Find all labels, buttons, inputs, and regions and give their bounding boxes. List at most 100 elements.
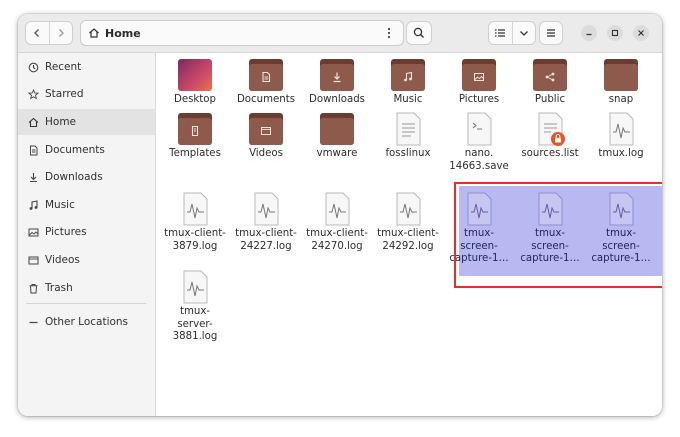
search-icon (413, 27, 424, 38)
folder-downloads[interactable]: Downloads (302, 57, 372, 107)
file-label: Templates (169, 148, 221, 159)
folder-music[interactable]: Music (373, 57, 443, 107)
plus-icon (27, 316, 39, 328)
file-label: tmux-client- 3879.log (164, 228, 226, 252)
desktop-folder-icon (177, 57, 213, 93)
file-label: Videos (249, 148, 283, 159)
file-tmux-server-3881[interactable]: tmux- server- 3881.log (160, 269, 230, 344)
view-options-button[interactable] (511, 22, 536, 44)
location-bar[interactable]: Home (80, 20, 404, 46)
sidebar-item-recent[interactable]: Recent (18, 55, 155, 79)
file-label: Downloads (309, 94, 365, 105)
file-label: Pictures (458, 94, 500, 105)
folder-vmware[interactable]: vmware (302, 111, 372, 161)
file-grid: Desktop Documents Downloads Music Pictur… (156, 53, 662, 416)
chevron-right-icon (58, 29, 64, 37)
file-label: tmux-client- 24270.log (306, 228, 368, 252)
sidebar-item-pictures[interactable]: Pictures (18, 220, 155, 244)
search-button[interactable] (406, 21, 432, 45)
sidebar-item-videos[interactable]: Videos (18, 248, 155, 272)
sidebar: Recent Starred Home Documents Downloads … (18, 53, 156, 416)
file-tmux-client-24270[interactable]: tmux-client- 24270.log (302, 191, 372, 253)
sidebar-item-other-locations[interactable]: Other Locations (18, 310, 155, 334)
folder-pictures[interactable]: Pictures (444, 57, 514, 107)
sidebar-item-music[interactable]: Music (18, 193, 155, 217)
header-bar: Home (18, 14, 662, 53)
pictures-folder-icon (461, 57, 497, 93)
file-label: Music (393, 94, 423, 105)
picture-icon (27, 226, 39, 238)
folder-documents[interactable]: Documents (231, 57, 301, 107)
kebab-menu-icon (387, 27, 391, 39)
location-menu-button[interactable] (381, 24, 397, 42)
sidebar-item-label: Recent (45, 61, 82, 73)
file-label: Public (534, 94, 566, 105)
close-button[interactable] (633, 25, 649, 41)
file-label: nano. 14663.save (449, 148, 509, 172)
file-tmux-client-3879[interactable]: tmux-client- 3879.log (160, 191, 230, 253)
log-file-icon (603, 111, 639, 147)
log-file-icon (248, 191, 284, 227)
sidebar-item-starred[interactable]: Starred (18, 82, 155, 106)
file-label: Documents (236, 94, 296, 105)
file-fosslinux[interactable]: fosslinux (373, 111, 443, 161)
public-folder-icon (532, 57, 568, 93)
file-label: Desktop (173, 94, 216, 105)
minimize-button[interactable] (581, 25, 597, 41)
file-label: tmux.log (598, 148, 644, 159)
sidebar-item-label: Other Locations (45, 316, 129, 328)
folder-desktop[interactable]: Desktop (160, 57, 230, 107)
file-label: tmux-client- 24292.log (377, 228, 439, 252)
current-location: Home (105, 26, 141, 40)
list-view-button[interactable] (489, 22, 512, 44)
file-sources-list[interactable]: sources.list (515, 111, 585, 161)
file-manager-window: Home Recent Starred Home Documents Downl… (18, 14, 662, 416)
breadcrumb[interactable]: Home (88, 27, 141, 40)
clock-icon (27, 61, 39, 73)
folder-templates[interactable]: Templates (160, 111, 230, 161)
sidebar-item-home[interactable]: Home (18, 109, 155, 135)
sidebar-item-label: Trash (45, 282, 73, 294)
file-label: fosslinux (385, 148, 431, 159)
script-file-icon (461, 111, 497, 147)
locked-text-file-icon (532, 111, 568, 147)
sidebar-item-label: Downloads (45, 171, 103, 183)
minimize-icon (586, 33, 592, 36)
file-tmux-client-24227[interactable]: tmux-client- 24227.log (231, 191, 301, 253)
log-file-icon (177, 269, 213, 305)
home-icon (89, 28, 99, 38)
sidebar-item-trash[interactable]: Trash (18, 276, 155, 300)
vmware-folder-icon (319, 111, 355, 147)
view-switcher (488, 21, 536, 45)
file-label: tmux-client- 24227.log (235, 228, 297, 252)
hamburger-icon (547, 29, 555, 37)
videos-folder-icon (248, 111, 284, 147)
chevron-down-icon (519, 31, 528, 36)
documents-folder-icon (248, 57, 284, 93)
file-label: vmware (316, 148, 358, 159)
close-icon (638, 30, 644, 36)
file-tmux-client-24292[interactable]: tmux-client- 24292.log (373, 191, 443, 253)
sidebar-item-label: Pictures (45, 226, 87, 238)
file-nano-save[interactable]: nano. 14663.save (444, 111, 514, 173)
forward-button[interactable] (48, 22, 73, 44)
folder-public[interactable]: Public (515, 57, 585, 107)
list-view-icon (495, 29, 506, 37)
sidebar-item-documents[interactable]: Documents (18, 138, 155, 162)
main-menu-button[interactable] (539, 21, 563, 45)
sidebar-item-downloads[interactable]: Downloads (18, 165, 155, 189)
video-icon (27, 254, 39, 266)
file-tmux-log[interactable]: tmux.log (586, 111, 656, 161)
back-button[interactable] (26, 22, 49, 44)
chevron-left-icon (34, 29, 40, 37)
templates-folder-icon (177, 111, 213, 147)
sidebar-item-label: Documents (45, 144, 105, 156)
folder-videos[interactable]: Videos (231, 111, 301, 161)
maximize-button[interactable] (607, 25, 623, 41)
sidebar-item-label: Music (45, 199, 75, 211)
sidebar-item-label: Videos (45, 254, 80, 266)
star-icon (27, 88, 39, 100)
folder-snap[interactable]: snap (586, 57, 656, 107)
file-label: sources.list (521, 148, 579, 159)
file-label: tmux- server- 3881.log (172, 306, 218, 342)
